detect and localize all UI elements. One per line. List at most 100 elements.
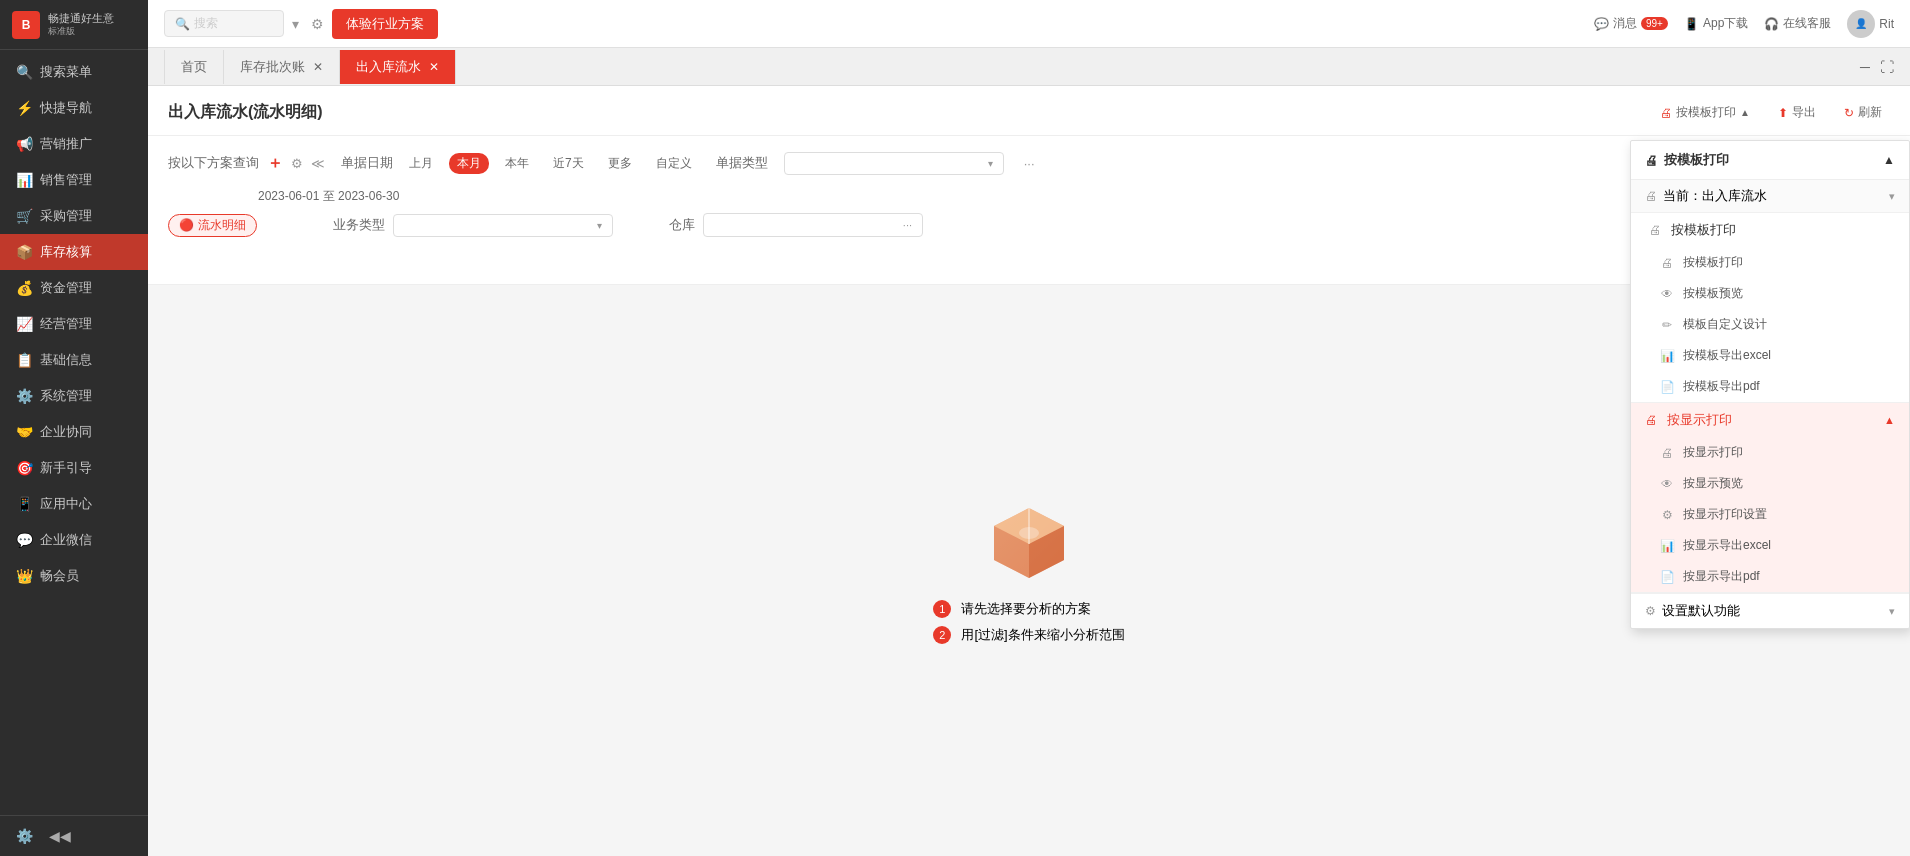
template-custom-label: 模板自定义设计: [1683, 316, 1767, 333]
pdf-icon: 📄: [1659, 380, 1675, 394]
marketing-icon: 📢: [16, 136, 32, 152]
current-icon: 🖨: [1645, 189, 1657, 203]
bill-type-select[interactable]: ▾: [784, 152, 1004, 175]
search-dropdown-icon[interactable]: ▾: [292, 16, 299, 32]
guide-icon: 🎯: [16, 460, 32, 476]
sidebar-item-base[interactable]: 📋 基础信息: [0, 342, 148, 378]
dropdown-display-print-settings[interactable]: ⚙ 按显示打印设置: [1631, 499, 1909, 530]
tab-bar: 首页 库存批次账 ✕ 出入库流水 ✕ ─ ⛶: [148, 48, 1910, 86]
message-badge[interactable]: 💬 消息 99+: [1594, 15, 1668, 32]
base-icon: 📋: [16, 352, 32, 368]
warehouse-filter: 仓库 ···: [669, 213, 923, 237]
template-export-excel-label: 按模板导出excel: [1683, 347, 1771, 364]
dropdown-display-export-excel[interactable]: 📊 按显示导出excel: [1631, 530, 1909, 561]
refresh-btn[interactable]: ↻ 刷新: [1836, 100, 1890, 125]
display-print-section-icon: 🖨: [1645, 413, 1657, 427]
operations-icon: 📈: [16, 316, 32, 332]
dropdown-title: 按模板打印: [1664, 151, 1729, 169]
sidebar-label: 快捷导航: [40, 99, 92, 117]
top-bar: 🔍 搜索 ▾ ⚙ 体验行业方案 💬 消息 99+ 📱 App下载 🎧 在线客服: [148, 0, 1910, 48]
dropdown-current-chevron[interactable]: ▾: [1889, 190, 1895, 203]
set-default-row[interactable]: ⚙ 设置默认功能 ▾: [1631, 593, 1909, 628]
tab-close-icon[interactable]: ✕: [313, 60, 323, 74]
sidebar-item-operations[interactable]: 📈 经营管理: [0, 306, 148, 342]
date-tab-this-month[interactable]: 本月: [449, 153, 489, 174]
sidebar-item-sales[interactable]: 📊 销售管理: [0, 162, 148, 198]
dropdown-display-preview[interactable]: 👁 按显示预览: [1631, 468, 1909, 499]
display-preview-label: 按显示预览: [1683, 475, 1743, 492]
tab-maximize-icon[interactable]: ⛶: [1880, 59, 1894, 75]
date-tab-more[interactable]: 更多: [600, 153, 640, 174]
dropdown-template-preview[interactable]: 👁 按模板预览: [1631, 278, 1909, 309]
set-default-label: 设置默认功能: [1662, 602, 1740, 620]
filter-collapse-icon[interactable]: ≪: [311, 156, 325, 171]
bill-type-more-icon[interactable]: ···: [1024, 156, 1035, 171]
sidebar-item-quick-nav[interactable]: ⚡ 快捷导航: [0, 90, 148, 126]
step-2-num: 2: [933, 626, 951, 644]
sidebar-item-finance[interactable]: 💰 资金管理: [0, 270, 148, 306]
sidebar-label: 营销推广: [40, 135, 92, 153]
sidebar-item-marketing[interactable]: 📢 营销推广: [0, 126, 148, 162]
top-bar-left: 🔍 搜索 ▾ ⚙ 体验行业方案: [164, 9, 1582, 39]
date-tab-last-month[interactable]: 上月: [401, 153, 441, 174]
sidebar-item-wechat[interactable]: 💬 企业微信: [0, 522, 148, 558]
tab-minimize-icon[interactable]: ─: [1860, 59, 1870, 75]
sidebar-label: 资金管理: [40, 279, 92, 297]
sidebar-item-purchase[interactable]: 🛒 采购管理: [0, 198, 148, 234]
sidebar-item-search[interactable]: 🔍 搜索菜单: [0, 54, 148, 90]
sidebar-item-enterprise[interactable]: 🤝 企业协同: [0, 414, 148, 450]
user-profile[interactable]: 👤 Rit: [1847, 10, 1894, 38]
date-tab-this-year[interactable]: 本年: [497, 153, 537, 174]
display-print-section-label: 按显示打印: [1667, 411, 1732, 429]
dropdown-template-export-pdf[interactable]: 📄 按模板导出pdf: [1631, 371, 1909, 402]
message-icon: 💬: [1594, 17, 1609, 31]
display-print-section-header[interactable]: 🖨 按显示打印 ▲: [1631, 403, 1909, 437]
tab-batch-account[interactable]: 库存批次账 ✕: [224, 50, 340, 84]
printer-header-icon: 🖨: [1645, 153, 1658, 168]
dropdown-close-chevron[interactable]: ▲: [1883, 153, 1895, 167]
print-template-btn[interactable]: 🖨 按模板打印 ▲: [1652, 100, 1758, 125]
sidebar-label: 应用中心: [40, 495, 92, 513]
sidebar-label: 销售管理: [40, 171, 92, 189]
export-btn[interactable]: ⬆ 导出: [1770, 100, 1824, 125]
empty-state-icon: [984, 498, 1074, 588]
dropdown-display-export-pdf[interactable]: 📄 按显示导出pdf: [1631, 561, 1909, 592]
sidebar-item-apps[interactable]: 📱 应用中心: [0, 486, 148, 522]
dropdown-template-print[interactable]: 🖨 按模板打印: [1631, 247, 1909, 278]
subcategory-tag: 🔴 流水明细: [168, 214, 257, 237]
sidebar-item-guide[interactable]: 🎯 新手引导: [0, 450, 148, 486]
subcategory-icon: 🔴: [179, 218, 194, 232]
subcategory-field: 🔴 流水明细: [168, 214, 257, 237]
tab-home[interactable]: 首页: [164, 50, 224, 84]
dropdown-display-print[interactable]: 🖨 按显示打印: [1631, 437, 1909, 468]
date-range-text: 2023-06-01 至 2023-06-30: [258, 189, 399, 203]
business-type-select[interactable]: ▾: [393, 214, 613, 237]
dropdown-template-custom[interactable]: ✏ 模板自定义设计: [1631, 309, 1909, 340]
tab-close-active-icon[interactable]: ✕: [429, 60, 439, 74]
app-download-link[interactable]: 📱 App下载: [1684, 15, 1748, 32]
sidebar-item-inventory[interactable]: 📦 库存核算: [0, 234, 148, 270]
dropdown-template-export-excel[interactable]: 📊 按模板导出excel: [1631, 340, 1909, 371]
app-badge: 标准版: [48, 25, 114, 38]
sidebar-label: 新手引导: [40, 459, 92, 477]
headset-icon: 🎧: [1764, 17, 1779, 31]
dropdown-template-print-header[interactable]: 🖨 按模板打印: [1631, 213, 1909, 247]
sidebar-item-system[interactable]: ⚙️ 系统管理: [0, 378, 148, 414]
sidebar-item-vip[interactable]: 👑 畅会员: [0, 558, 148, 594]
online-service-link[interactable]: 🎧 在线客服: [1764, 15, 1831, 32]
sidebar-label: 企业协同: [40, 423, 92, 441]
collapse-sidebar-icon[interactable]: ◀◀: [49, 828, 71, 844]
tab-inout-flow[interactable]: 出入库流水 ✕: [340, 50, 456, 84]
filter-add-btn[interactable]: ＋: [267, 153, 283, 174]
settings-icon[interactable]: ⚙️: [16, 828, 33, 844]
industry-btn[interactable]: 体验行业方案: [332, 9, 438, 39]
warehouse-select[interactable]: ···: [703, 213, 923, 237]
settings-gear-icon[interactable]: ⚙: [311, 16, 324, 32]
date-tab-last-7-days[interactable]: 近7天: [545, 153, 592, 174]
app-logo-icon: B: [12, 11, 40, 39]
top-search-box[interactable]: 🔍 搜索: [164, 10, 284, 37]
filter-settings-icon[interactable]: ⚙: [291, 156, 303, 171]
warehouse-more-icon[interactable]: ···: [903, 219, 912, 231]
vip-icon: 👑: [16, 568, 32, 584]
date-tab-custom[interactable]: 自定义: [648, 153, 700, 174]
